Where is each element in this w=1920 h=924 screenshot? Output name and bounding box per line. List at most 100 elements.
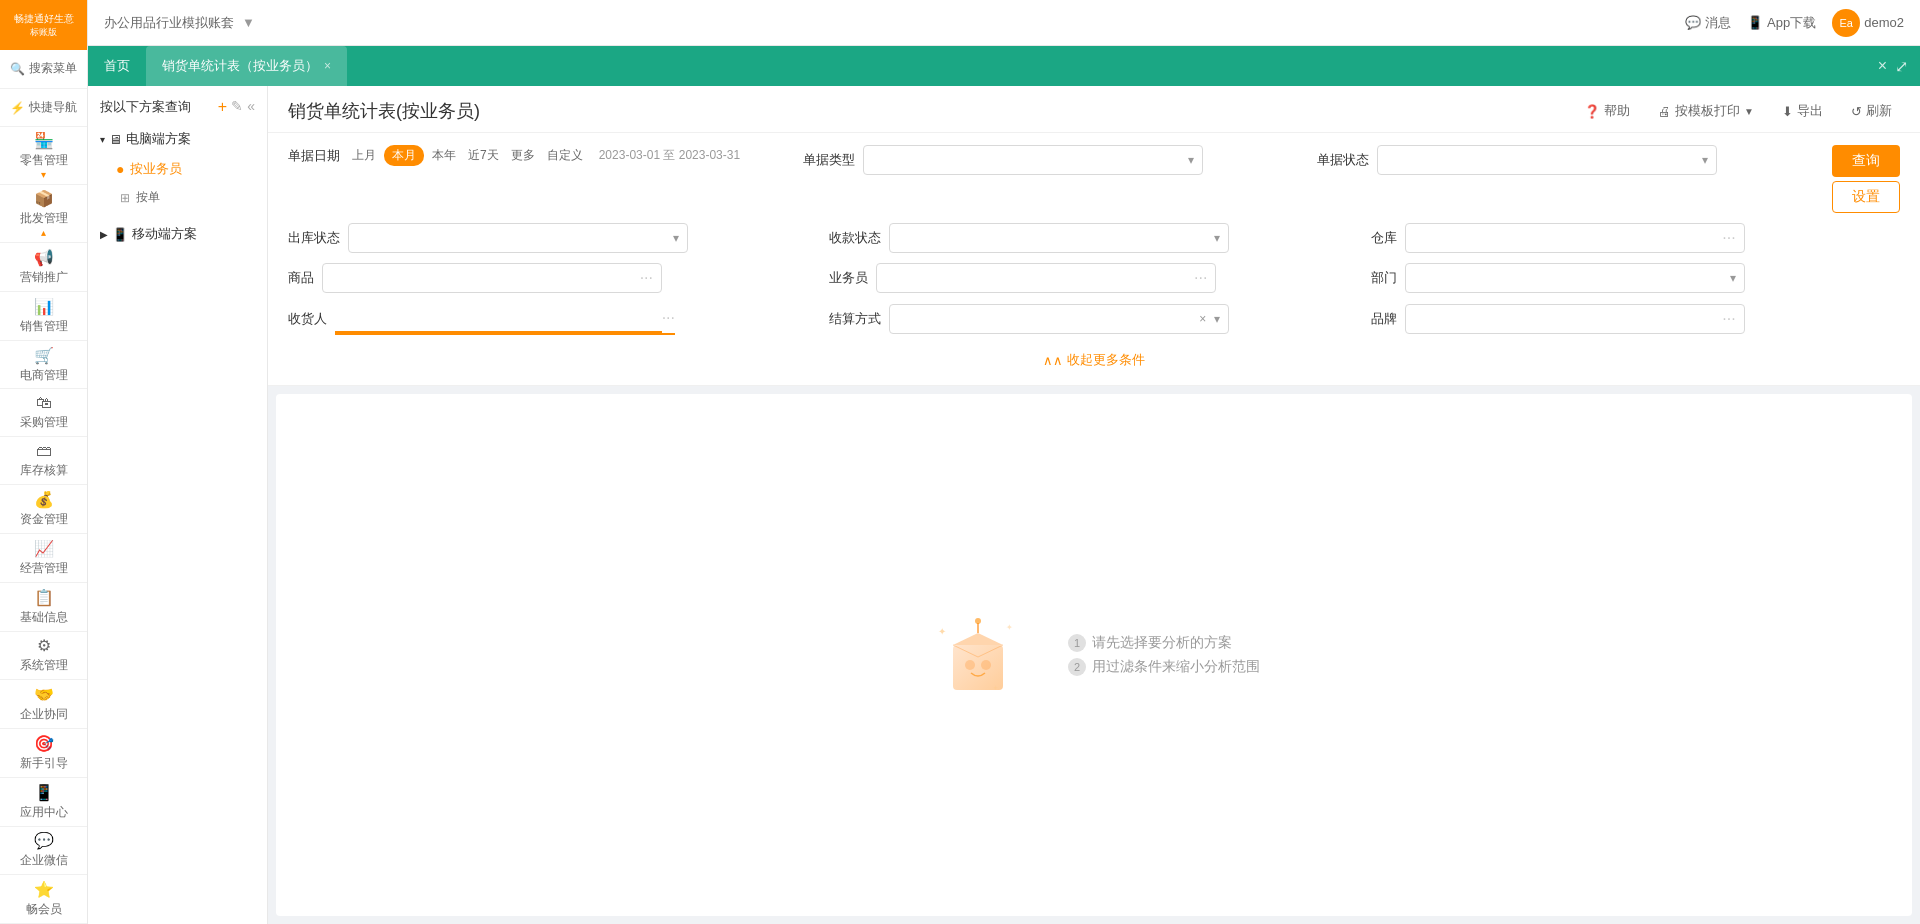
sidebar-item-sales[interactable]: 📊 销售管理 xyxy=(0,292,88,341)
goods-dots-icon[interactable]: ··· xyxy=(640,269,653,287)
doc-status-select[interactable]: ▾ xyxy=(1377,145,1717,175)
sidebar-item-inventory[interactable]: 🗃 库存核算 xyxy=(0,437,88,485)
tab-home[interactable]: 首页 xyxy=(88,46,146,86)
breadcrumb-text: 办公用品行业模拟账套 xyxy=(104,14,234,32)
warehouse-label: 仓库 xyxy=(1371,229,1397,247)
out-status-label: 出库状态 xyxy=(288,229,340,247)
sidebar-item-purchase[interactable]: 🛍 采购管理 xyxy=(0,389,88,437)
add-plan-icon[interactable]: + xyxy=(218,98,227,116)
app-download-action[interactable]: 📱 App下载 xyxy=(1747,14,1816,32)
edit-plan-icon[interactable]: ✎ xyxy=(231,98,243,116)
sidebar-item-enterprise[interactable]: 🤝 企业协同 xyxy=(0,680,88,729)
brand-select[interactable]: ··· xyxy=(1405,304,1745,334)
date-label: 单据日期 xyxy=(288,147,340,165)
out-status-select[interactable]: ▾ xyxy=(348,223,688,253)
marketing-icon: 📢 xyxy=(34,248,54,267)
refresh-button[interactable]: ↺ 刷新 xyxy=(1843,98,1900,124)
tab-maximize-icon[interactable]: ⤢ xyxy=(1895,57,1908,76)
message-action[interactable]: 💬 消息 xyxy=(1685,14,1731,32)
settings-button[interactable]: 设置 xyxy=(1832,181,1900,213)
sidebar-item-wechat[interactable]: 💬 企业微信 xyxy=(0,827,88,876)
svg-text:✦: ✦ xyxy=(1006,623,1013,632)
plan-sub-item-order[interactable]: ⊞ 按单 xyxy=(96,184,259,211)
empty-tip-1: 1 请先选择要分析的方案 xyxy=(1068,634,1260,652)
date-tab-last-month[interactable]: 上月 xyxy=(348,145,380,166)
plan-item-salesperson[interactable]: ● 按业务员 xyxy=(96,154,259,184)
goods-select[interactable]: ··· xyxy=(322,263,662,293)
sidebar-shortcut[interactable]: ⚡ 快捷导航 xyxy=(0,89,88,128)
top-header: 办公用品行业模拟账套 ▼ 💬 消息 📱 App下载 Ea demo2 xyxy=(88,0,1920,46)
salesperson-dots-icon[interactable]: ··· xyxy=(1194,269,1207,287)
sidebar-item-basic[interactable]: 📋 基础信息 xyxy=(0,583,88,632)
wholesale-icon: 📦 xyxy=(34,189,54,208)
help-button[interactable]: ❓ 帮助 xyxy=(1576,98,1638,124)
department-select[interactable]: ▾ xyxy=(1405,263,1745,293)
sidebar-item-wholesale[interactable]: 📦 批发管理 ▴ xyxy=(0,185,88,243)
svg-point-4 xyxy=(965,660,975,670)
doc-type-label: 单据类型 xyxy=(803,151,855,169)
doc-type-chevron-icon: ▾ xyxy=(1188,153,1194,167)
sidebar-item-member[interactable]: ⭐ 畅会员 xyxy=(0,875,88,924)
retail-expand-icon: ▾ xyxy=(41,169,46,180)
pc-group-title[interactable]: ▾ 🖥 电脑端方案 xyxy=(96,124,259,154)
payment-clear-icon[interactable]: × xyxy=(1199,312,1206,326)
page-header: 销货单统计表(按业务员) ❓ 帮助 🖨 按模板打印 ▼ ⬇ 导出 xyxy=(268,86,1920,133)
sidebar-item-retail[interactable]: 🏪 零售管理 ▾ xyxy=(0,127,88,185)
wechat-icon: 💬 xyxy=(34,831,54,850)
query-button[interactable]: 查询 xyxy=(1832,145,1900,177)
sidebar-search[interactable]: 🔍 搜索菜单 xyxy=(0,50,88,89)
svg-point-7 xyxy=(975,618,981,624)
sidebar-item-marketing[interactable]: 📢 营销推广 xyxy=(0,243,88,292)
salesperson-label: 业务员 xyxy=(829,269,868,287)
date-tab-this-year[interactable]: 本年 xyxy=(428,145,460,166)
sidebar-item-finance[interactable]: 💰 资金管理 xyxy=(0,485,88,534)
doc-type-select[interactable]: ▾ xyxy=(863,145,1203,175)
message-icon: 💬 xyxy=(1685,15,1701,30)
collapse-bar[interactable]: ∧∧ 收起更多条件 xyxy=(288,343,1900,373)
payment-select[interactable]: × ▾ xyxy=(889,304,1229,334)
empty-illustration: ✦ ✦ ✦ xyxy=(928,605,1028,705)
left-panel: 按以下方案查询 + ✎ « ▾ 🖥 电脑端方案 ● 按业务员 ⊞ xyxy=(88,86,268,924)
sidebar-item-newbie[interactable]: 🎯 新手引导 xyxy=(0,729,88,778)
export-button[interactable]: ⬇ 导出 xyxy=(1774,98,1831,124)
date-range-text: 2023-03-01 至 2023-03-31 xyxy=(599,147,740,164)
date-tab-custom[interactable]: 自定义 xyxy=(543,145,587,166)
tab-minimize-icon[interactable]: × xyxy=(1878,57,1887,75)
collapse-panel-icon[interactable]: « xyxy=(247,98,255,116)
tab-bar-right: × ⤢ xyxy=(1878,57,1920,76)
receipt-status-chevron-icon: ▾ xyxy=(1214,231,1220,245)
warehouse-select[interactable]: ··· xyxy=(1405,223,1745,253)
sidebar-item-appstore[interactable]: 📱 应用中心 xyxy=(0,778,88,827)
doc-status-label: 单据状态 xyxy=(1317,151,1369,169)
empty-state: ✦ ✦ ✦ 1 请先选择要分析的方案 2 用过滤条件来缩小分析范围 xyxy=(276,394,1912,916)
left-panel-title: 按以下方案查询 xyxy=(100,98,191,116)
print-button[interactable]: 🖨 按模板打印 ▼ xyxy=(1650,98,1762,124)
app-logo-text: 畅捷通好生意标账版 xyxy=(14,12,74,39)
salesperson-select[interactable]: ··· xyxy=(876,263,1216,293)
receipt-status-label: 收款状态 xyxy=(829,229,881,247)
brand-dots-icon[interactable]: ··· xyxy=(1722,310,1735,328)
consignee-dots-icon[interactable]: ··· xyxy=(662,309,675,327)
app-logo[interactable]: 畅捷通好生意标账版 xyxy=(0,0,88,50)
warehouse-dots-icon[interactable]: ··· xyxy=(1722,229,1735,247)
sidebar-item-system[interactable]: ⚙ 系统管理 xyxy=(0,632,88,681)
user-menu[interactable]: Ea demo2 xyxy=(1832,9,1904,37)
consignee-input[interactable] xyxy=(335,303,662,333)
purchase-icon: 🛍 xyxy=(36,394,52,412)
sidebar-item-ecommerce[interactable]: 🛒 电商管理 xyxy=(0,341,88,390)
goods-label: 商品 xyxy=(288,269,314,287)
breadcrumb-dropdown-icon[interactable]: ▼ xyxy=(242,15,255,30)
date-tab-more[interactable]: 更多 xyxy=(507,145,539,166)
receipt-status-select[interactable]: ▾ xyxy=(889,223,1229,253)
date-tab-7days[interactable]: 近7天 xyxy=(464,145,503,166)
mobile-group-title[interactable]: ▶ 📱 移动端方案 xyxy=(96,219,259,249)
date-tab-this-month[interactable]: 本月 xyxy=(384,145,424,166)
tab-close-icon[interactable]: × xyxy=(324,59,331,73)
tab-active[interactable]: 销货单统计表（按业务员） × xyxy=(146,46,347,86)
svg-text:✦: ✦ xyxy=(938,626,946,637)
shortcut-icon: ⚡ xyxy=(10,101,25,115)
payment-label: 结算方式 xyxy=(829,310,881,328)
sidebar-item-operation[interactable]: 📈 经营管理 xyxy=(0,534,88,583)
tab-active-label: 销货单统计表（按业务员） xyxy=(162,57,318,75)
help-icon: ❓ xyxy=(1584,104,1600,119)
